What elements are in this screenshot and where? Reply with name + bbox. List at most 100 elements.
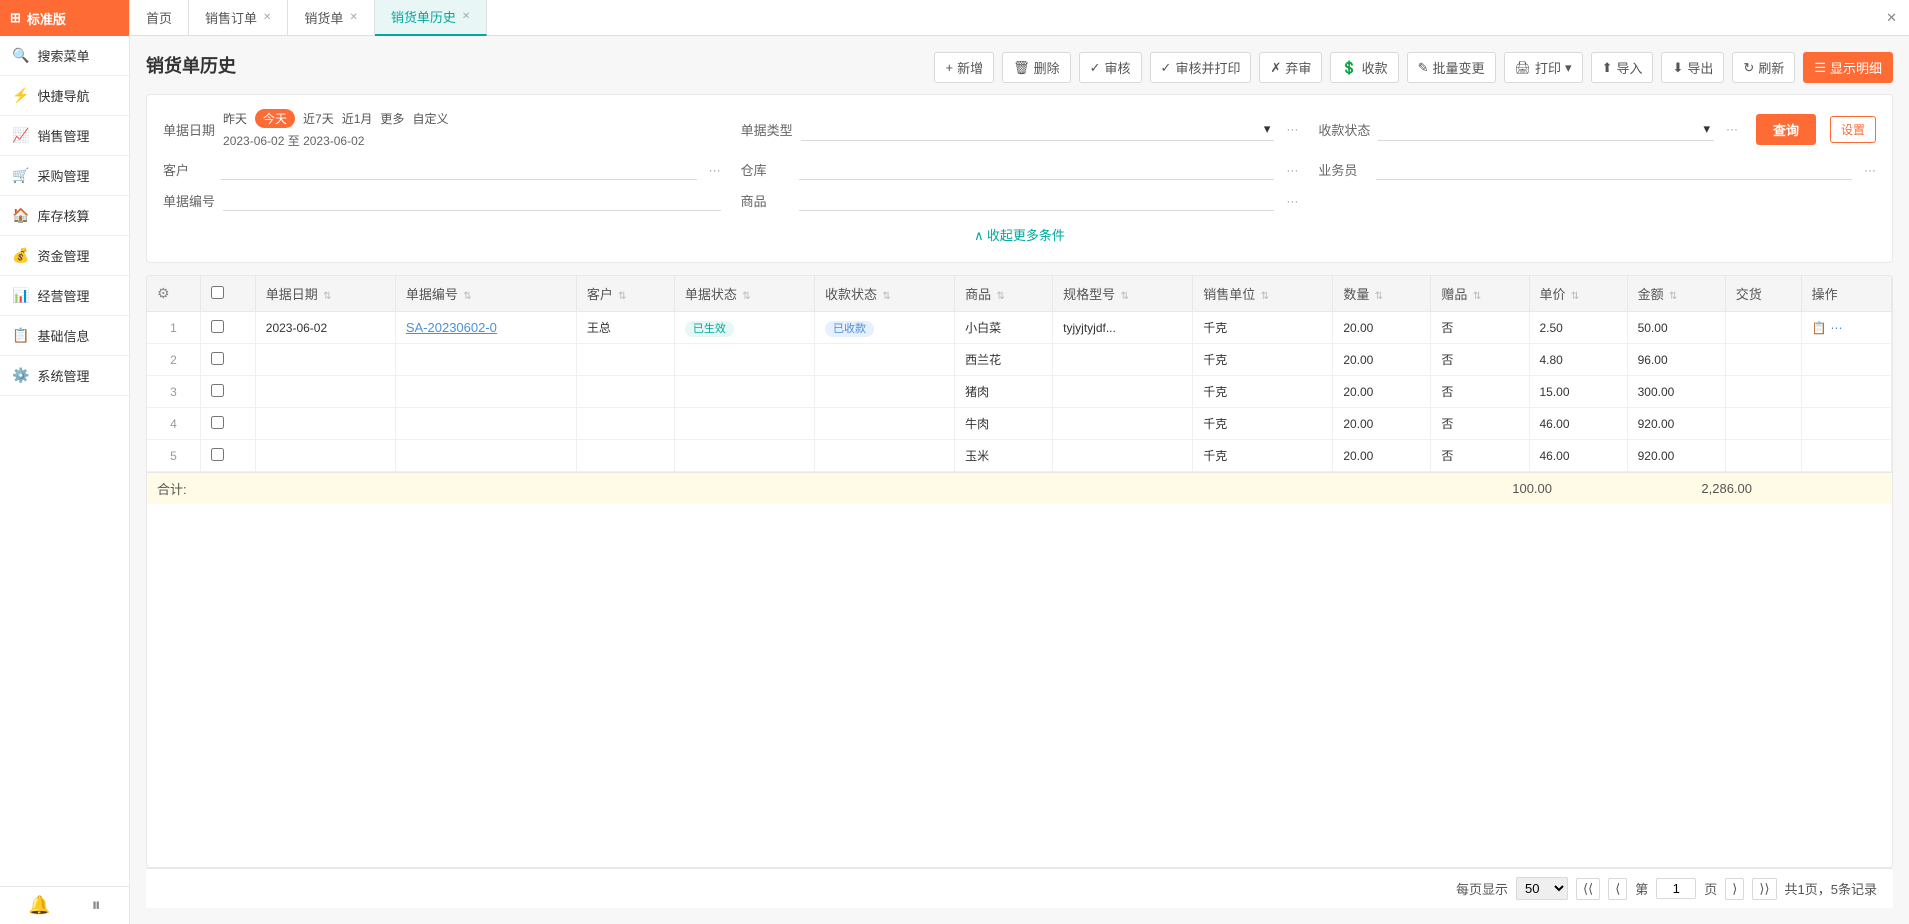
th-quantity[interactable]: 数量 ⇅ bbox=[1333, 276, 1431, 312]
th-payment-status[interactable]: 收款状态 ⇅ bbox=[814, 276, 954, 312]
doc-type-select[interactable]: ▾ bbox=[801, 118, 1275, 141]
op2-button[interactable]: ⋯ bbox=[1831, 321, 1843, 335]
approve-print-button[interactable]: ✓ 审核并打印 bbox=[1150, 52, 1252, 83]
date-opt-custom[interactable]: 自定义 bbox=[412, 110, 448, 127]
tab-sales-delivery-close-icon[interactable]: ✕ bbox=[349, 12, 357, 23]
sidebar-item-label: 基础信息 bbox=[37, 326, 89, 345]
th-gift[interactable]: 赠品 ⇅ bbox=[1431, 276, 1529, 312]
date-filter-label: 单据日期 bbox=[163, 120, 215, 139]
sidebar-item-sales-mgmt[interactable]: 📈 销售管理 bbox=[0, 116, 129, 156]
table-header-row: ⚙ 单据日期 ⇅ 单据编号 ⇅ 客户 ⇅ bbox=[147, 276, 1892, 312]
th-sales-unit[interactable]: 销售单位 ⇅ bbox=[1193, 276, 1333, 312]
import-button[interactable]: ⬆ 导入 bbox=[1591, 52, 1654, 83]
notification-icon[interactable]: 🔔 bbox=[28, 895, 50, 916]
filter-section: 单据日期 昨天 今天 近7天 近1月 更多 自定义 2023-06-02 至 2… bbox=[146, 94, 1893, 263]
doc-no-input[interactable] bbox=[223, 190, 721, 211]
cell-checkbox bbox=[200, 440, 255, 472]
sidebar-item-finance-mgmt[interactable]: 💰 资金管理 bbox=[0, 236, 129, 276]
date-opt-yesterday[interactable]: 昨天 bbox=[223, 110, 247, 127]
sidebar-item-operations-mgmt[interactable]: 📊 经营管理 bbox=[0, 276, 129, 316]
sidebar-item-basic-info[interactable]: 📋 基础信息 bbox=[0, 316, 129, 356]
table-body: 1 2023-06-02 SA-20230602-0 王总 已生效 已收款 小白… bbox=[147, 312, 1892, 472]
customer-input[interactable] bbox=[221, 159, 697, 180]
query-button[interactable]: 查询 bbox=[1756, 114, 1816, 145]
sidebar-item-search-menu[interactable]: 🔍 搜索菜单 bbox=[0, 36, 129, 76]
date-opt-today[interactable]: 今天 bbox=[255, 109, 295, 128]
page-number-input[interactable] bbox=[1656, 878, 1696, 899]
delete-button[interactable]: 🗑 删除 bbox=[1002, 52, 1071, 83]
cell-checkbox bbox=[200, 312, 255, 344]
row-checkbox[interactable] bbox=[211, 448, 224, 461]
cell-amount: 920.00 bbox=[1627, 440, 1725, 472]
cell-operation bbox=[1801, 376, 1891, 408]
th-doc-no[interactable]: 单据编号 ⇅ bbox=[395, 276, 576, 312]
page-first-button[interactable]: ⟨⟨ bbox=[1576, 878, 1600, 900]
product-dots[interactable]: ··· bbox=[1286, 194, 1298, 208]
warehouse-dots[interactable]: ··· bbox=[1286, 163, 1298, 177]
print-dropdown-icon: ▾ bbox=[1565, 60, 1572, 76]
unapprove-button[interactable]: ✗ 弃审 bbox=[1259, 52, 1322, 83]
refresh-button[interactable]: ↻ 刷新 bbox=[1732, 52, 1795, 83]
payment-status-select[interactable]: ▾ bbox=[1378, 118, 1714, 141]
product-input[interactable] bbox=[799, 190, 1275, 211]
cell-row-num: 5 bbox=[147, 440, 200, 472]
approve-button[interactable]: ✓ 审核 bbox=[1079, 52, 1142, 83]
finance-icon: 💰 bbox=[12, 247, 29, 264]
date-opt-1month[interactable]: 近1月 bbox=[342, 110, 373, 127]
th-product[interactable]: 商品 ⇅ bbox=[955, 276, 1053, 312]
th-doc-date[interactable]: 单据日期 ⇅ bbox=[255, 276, 395, 312]
row-checkbox[interactable] bbox=[211, 384, 224, 397]
th-unit-price[interactable]: 单价 ⇅ bbox=[1529, 276, 1627, 312]
sort-customer-icon: ⇅ bbox=[618, 291, 626, 302]
tab-sales-order[interactable]: 销售订单 ✕ bbox=[189, 0, 288, 36]
date-opt-more[interactable]: 更多 bbox=[380, 110, 404, 127]
tab-sales-order-close-icon[interactable]: ✕ bbox=[263, 12, 271, 23]
salesperson-input[interactable] bbox=[1376, 159, 1852, 180]
cell-unit-price: 15.00 bbox=[1529, 376, 1627, 408]
show-detail-button[interactable]: ☰ 显示明细 bbox=[1803, 52, 1893, 83]
per-page-select[interactable]: 50 100 200 bbox=[1516, 877, 1568, 900]
tab-sales-history[interactable]: 销货单历史 ✕ bbox=[375, 0, 487, 36]
pause-icon[interactable]: ⏸ bbox=[92, 895, 101, 916]
row-checkbox[interactable] bbox=[211, 320, 224, 333]
th-spec-type[interactable]: 规格型号 ⇅ bbox=[1053, 276, 1193, 312]
sort-doc-no-icon: ⇅ bbox=[463, 291, 471, 302]
th-payment-status-label: 收款状态 bbox=[825, 287, 877, 302]
th-doc-status[interactable]: 单据状态 ⇅ bbox=[674, 276, 814, 312]
payment-button[interactable]: 💲 收款 bbox=[1330, 52, 1398, 83]
tab-sales-delivery[interactable]: 销货单 ✕ bbox=[288, 0, 374, 36]
th-checkbox bbox=[200, 276, 255, 312]
row-checkbox[interactable] bbox=[211, 352, 224, 365]
close-all-button[interactable]: ✕ bbox=[1874, 10, 1909, 26]
th-gear[interactable]: ⚙ bbox=[147, 276, 200, 312]
th-customer[interactable]: 客户 ⇅ bbox=[576, 276, 674, 312]
export-button[interactable]: ⬇ 导出 bbox=[1661, 52, 1724, 83]
row-checkbox[interactable] bbox=[211, 416, 224, 429]
customer-dots[interactable]: ··· bbox=[709, 163, 721, 177]
op1-button[interactable]: 📋 bbox=[1812, 321, 1827, 335]
payment-status-dots[interactable]: ··· bbox=[1726, 122, 1738, 136]
page-last-button[interactable]: ⟩⟩ bbox=[1752, 878, 1776, 900]
doc-type-dots[interactable]: ··· bbox=[1286, 122, 1298, 136]
batch-change-button[interactable]: ✎ 批量变更 bbox=[1407, 52, 1496, 83]
select-all-checkbox[interactable] bbox=[211, 286, 224, 299]
tab-sales-history-close-icon[interactable]: ✕ bbox=[462, 11, 470, 22]
tab-home[interactable]: 首页 bbox=[130, 0, 189, 36]
th-amount[interactable]: 金额 ⇅ bbox=[1627, 276, 1725, 312]
sidebar-item-purchase-mgmt[interactable]: 🛒 采购管理 bbox=[0, 156, 129, 196]
sidebar-item-quick-nav[interactable]: ⚡ 快捷导航 bbox=[0, 76, 129, 116]
salesperson-dots[interactable]: ··· bbox=[1864, 163, 1876, 177]
date-opt-7days[interactable]: 近7天 bbox=[303, 110, 334, 127]
sidebar-item-inventory[interactable]: 🏠 库存核算 bbox=[0, 196, 129, 236]
cell-doc-date: 2023-06-02 bbox=[255, 312, 395, 344]
collapse-button[interactable]: ∧ 收起更多条件 bbox=[163, 221, 1876, 248]
new-button[interactable]: + 新增 bbox=[934, 52, 994, 83]
cell-sales-unit: 千克 bbox=[1193, 376, 1333, 408]
page-next-button[interactable]: ⟩ bbox=[1725, 878, 1744, 900]
warehouse-input[interactable] bbox=[799, 159, 1275, 180]
settings-button[interactable]: 设置 bbox=[1830, 116, 1876, 143]
print-button[interactable]: 🖨 打印 ▾ bbox=[1504, 52, 1583, 83]
page-prev-button[interactable]: ⟨ bbox=[1608, 878, 1627, 900]
sidebar-item-system-mgmt[interactable]: ⚙️ 系统管理 bbox=[0, 356, 129, 396]
doc-no-link[interactable]: SA-20230602-0 bbox=[406, 320, 497, 335]
